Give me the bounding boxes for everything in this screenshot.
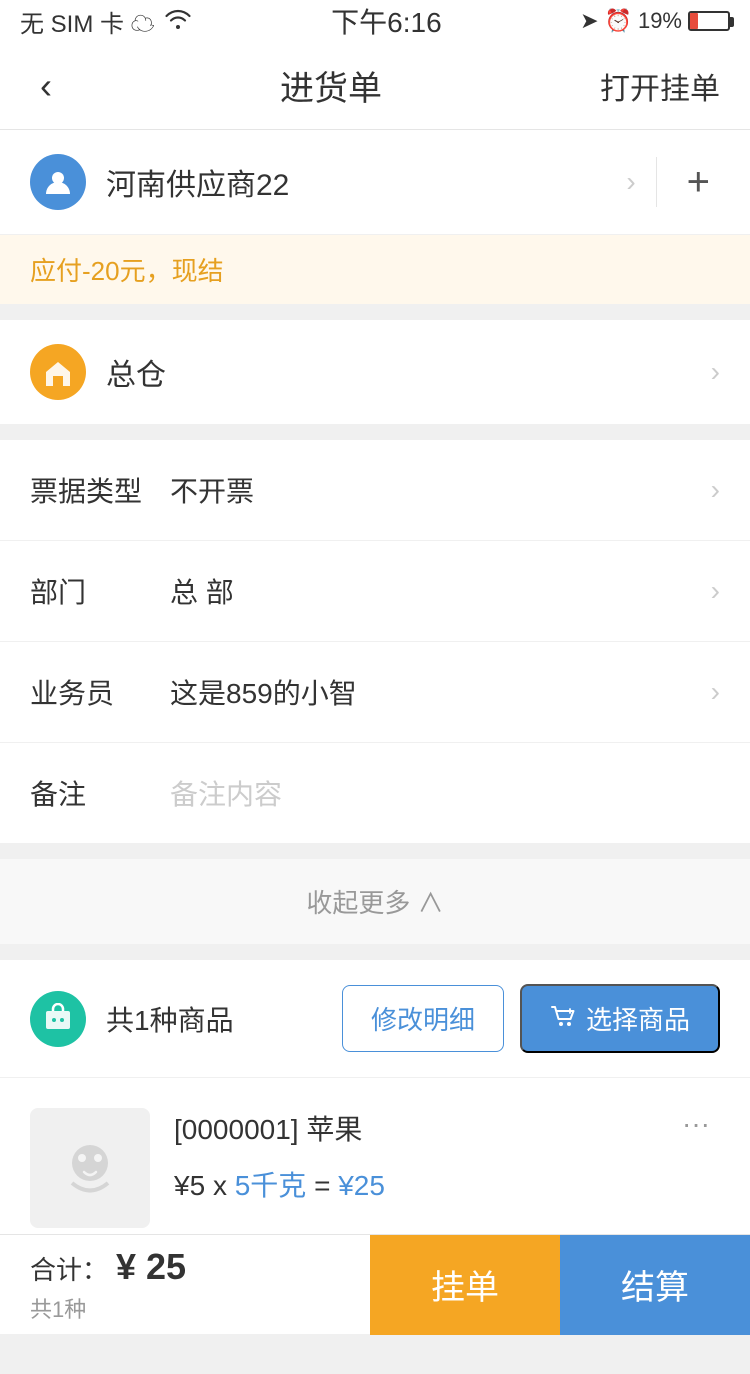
- total-count: 共1种: [30, 1292, 340, 1324]
- edit-detail-button[interactable]: 修改明细: [342, 985, 504, 1052]
- invoice-label: 票据类型: [30, 470, 150, 510]
- product-price: ¥5: [174, 1170, 205, 1201]
- location-icon: ➤: [580, 8, 598, 34]
- wifi-icon: [163, 7, 193, 36]
- invoice-value: 不开票: [170, 470, 711, 510]
- dept-label: 部门: [30, 571, 150, 611]
- main-content: 河南供应商22 › + 应付-20元，现结 总仓 › 票据类型 不开票 › 部门…: [0, 130, 750, 1374]
- status-bar: 无 SIM 卡 ☁ 下午6:16 ➤ ⏰ 19%: [0, 0, 750, 42]
- total-label: 合计：: [30, 1250, 108, 1287]
- select-product-button[interactable]: 选择商品: [520, 984, 720, 1053]
- remark-input[interactable]: 备注内容: [170, 773, 720, 813]
- alarm-icon: ⏰: [605, 8, 632, 34]
- status-right: ➤ ⏰ 19%: [580, 8, 730, 34]
- hang-button[interactable]: 挂单: [370, 1235, 560, 1335]
- bottom-bar: 合计： ¥ 25 共1种 挂单 结算: [0, 1234, 750, 1334]
- sales-label: 业务员: [30, 672, 150, 712]
- nav-bar: ‹ 进货单 打开挂单: [0, 42, 750, 130]
- equals-sign: =: [314, 1170, 338, 1201]
- sales-row[interactable]: 业务员 这是859的小智 ›: [0, 642, 750, 743]
- dept-chevron-icon: ›: [711, 575, 720, 607]
- products-icon: [30, 991, 86, 1047]
- dept-row[interactable]: 部门 总 部 ›: [0, 541, 750, 642]
- invoice-row[interactable]: 票据类型 不开票 ›: [0, 440, 750, 541]
- checkout-button[interactable]: 结算: [560, 1235, 750, 1335]
- supplier-chevron-icon: ›: [626, 166, 635, 198]
- supplier-row[interactable]: 河南供应商22 › +: [0, 130, 750, 235]
- supplier-name: 河南供应商22: [106, 160, 626, 204]
- sim-label: 无 SIM 卡 ☁: [20, 4, 155, 39]
- product-name: [0000001] 苹果: [174, 1108, 648, 1148]
- back-button[interactable]: ‹: [30, 55, 62, 117]
- notice-bar: 应付-20元，现结: [0, 235, 750, 304]
- divider: [656, 157, 657, 207]
- select-product-label: 选择商品: [586, 1000, 690, 1037]
- supplier-section: 河南供应商22 › +: [0, 130, 750, 235]
- status-time: 下午6:16: [331, 1, 442, 41]
- invoice-chevron-icon: ›: [711, 474, 720, 506]
- products-section: 共1种商品 修改明细 选择商品: [0, 960, 750, 1258]
- page-title: 进货单: [280, 61, 382, 110]
- total-amount: ¥ 25: [116, 1246, 186, 1288]
- product-item: [0000001] 苹果 ¥5 x 5千克 = ¥25 ···: [0, 1078, 750, 1258]
- open-pending-button[interactable]: 打开挂单: [600, 64, 720, 108]
- total-section: 合计： ¥ 25 共1种: [0, 1246, 370, 1324]
- collapse-row[interactable]: 收起更多 ∧: [0, 859, 750, 944]
- dept-value: 总 部: [170, 571, 711, 611]
- product-thumbnail: [30, 1108, 150, 1228]
- supplier-avatar: [30, 154, 86, 210]
- product-more-button[interactable]: ···: [672, 1108, 720, 1140]
- sales-chevron-icon: ›: [711, 676, 720, 708]
- product-qty: 5千克: [235, 1170, 307, 1201]
- sales-value: 这是859的小智: [170, 672, 711, 712]
- product-price-row: ¥5 x 5千克 = ¥25: [174, 1164, 648, 1204]
- product-info: [0000001] 苹果 ¥5 x 5千克 = ¥25: [174, 1108, 648, 1204]
- cart-icon: [550, 1003, 578, 1034]
- remark-label: 备注: [30, 773, 150, 813]
- products-header: 共1种商品 修改明细 选择商品: [0, 960, 750, 1078]
- warehouse-chevron-icon: ›: [711, 356, 720, 388]
- product-total: ¥25: [338, 1170, 385, 1201]
- form-section: 票据类型 不开票 › 部门 总 部 › 业务员 这是859的小智 › 备注 备注…: [0, 440, 750, 843]
- warehouse-row[interactable]: 总仓 ›: [0, 320, 750, 424]
- add-supplier-button[interactable]: +: [677, 160, 720, 205]
- total-amount-row: 合计： ¥ 25: [30, 1246, 340, 1288]
- price-separator: x: [213, 1170, 235, 1201]
- status-left: 无 SIM 卡 ☁: [20, 4, 193, 39]
- battery-icon: [688, 11, 730, 31]
- battery-percent: 19%: [638, 8, 682, 34]
- remark-row[interactable]: 备注 备注内容: [0, 743, 750, 843]
- products-count: 共1种商品: [106, 999, 342, 1039]
- warehouse-icon: [30, 344, 86, 400]
- warehouse-name: 总仓: [106, 350, 711, 394]
